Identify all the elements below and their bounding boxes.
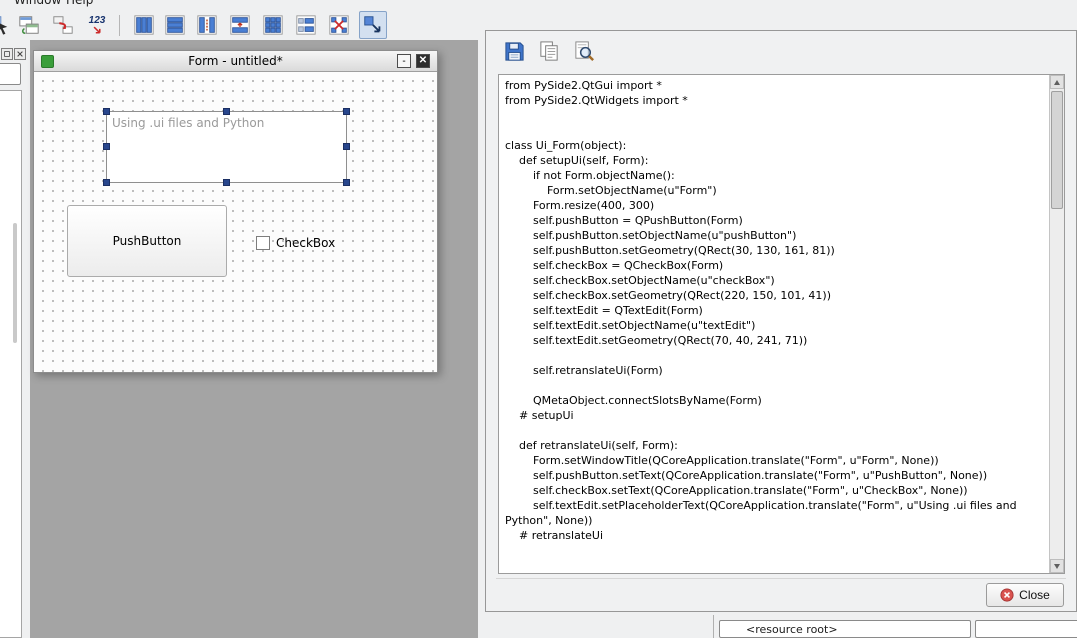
dock-float-button[interactable] (1, 48, 13, 60)
resource-root-label: <resource root> (746, 623, 838, 636)
scroll-up-arrow-icon[interactable] (1050, 75, 1064, 89)
qt-designer-window: Window Help 123 (0, 0, 1077, 638)
adjust-size-icon[interactable] (359, 11, 387, 39)
copy-button[interactable] (535, 37, 563, 65)
resource-root-item[interactable]: <resource root> (719, 620, 971, 638)
form-canvas[interactable]: Using .ui files and Python PushButton Ch… (34, 72, 437, 372)
resource-browser-secondary-box[interactable] (975, 620, 1077, 638)
toolbar-separator (119, 15, 120, 36)
edit-tab-order-icon[interactable]: 123 (84, 12, 110, 38)
save-button[interactable] (500, 37, 528, 65)
menu-item-help[interactable]: Help (66, 0, 93, 7)
pushbutton-widget[interactable]: PushButton (67, 205, 227, 277)
scrollbar-thumb[interactable] (1051, 91, 1063, 209)
layout-horizontal-splitter-icon[interactable] (194, 12, 220, 38)
save-icon (503, 40, 526, 63)
find-icon (573, 40, 596, 63)
dock-close-button[interactable] (14, 48, 26, 60)
widget-box-scrollbar[interactable] (13, 223, 17, 343)
dialog-separator (496, 578, 1066, 579)
resource-browser-dock: <resource root> (713, 615, 1077, 638)
widget-filter-input[interactable] (0, 63, 21, 85)
textedit-widget[interactable]: Using .ui files and Python (106, 111, 347, 183)
selection-handle-bottom-middle[interactable] (223, 179, 230, 186)
form-minimize-button[interactable]: - (397, 54, 411, 68)
selection-handle-middle-right[interactable] (343, 143, 350, 150)
close-icon (16, 50, 24, 58)
code-dialog-toolbar (500, 37, 598, 67)
break-layout-icon[interactable] (326, 12, 352, 38)
form-close-button[interactable]: ✕ (416, 54, 430, 68)
tab-order-numbers: 123 (89, 16, 106, 26)
selection-handle-middle-left[interactable] (103, 143, 110, 150)
code-text[interactable]: from PySide2.QtGui import * from PySide2… (499, 75, 1049, 546)
mdi-area: Form - untitled* - ✕ Using .ui files and… (30, 40, 478, 638)
checkbox-box (256, 236, 270, 250)
copy-icon (538, 40, 561, 63)
main-toolbar: 123 (0, 10, 480, 40)
layout-horizontal-icon[interactable] (131, 12, 157, 38)
selection-handle-top-left[interactable] (103, 108, 110, 115)
edit-widgets-icon[interactable] (0, 12, 12, 38)
code-view[interactable]: from PySide2.QtGui import * from PySide2… (498, 74, 1065, 574)
selection-handle-top-right[interactable] (343, 108, 350, 115)
close-red-icon (1000, 588, 1014, 602)
checkbox-widget[interactable]: CheckBox (256, 233, 335, 253)
form-window-title: Form - untitled* (34, 54, 437, 68)
edit-signals-slots-icon[interactable] (16, 12, 42, 38)
scroll-down-arrow-icon[interactable] (1050, 559, 1064, 573)
code-preview-dialog: from PySide2.QtGui import * from PySide2… (485, 30, 1077, 612)
layout-vertical-splitter-icon[interactable] (227, 12, 253, 38)
form-window-titlebar[interactable]: Form - untitled* - ✕ (34, 51, 437, 72)
selection-handle-top-middle[interactable] (223, 108, 230, 115)
form-window-icon (41, 55, 54, 68)
float-icon (3, 50, 11, 58)
selection-handle-bottom-right[interactable] (343, 179, 350, 186)
selection-handle-bottom-left[interactable] (103, 179, 110, 186)
checkbox-label: CheckBox (276, 236, 335, 250)
menu-bar: Window Help (0, 0, 1077, 10)
layout-form-icon[interactable] (293, 12, 319, 38)
tab-order-arrow (93, 26, 102, 35)
code-scrollbar[interactable] (1049, 75, 1064, 573)
close-dialog-label: Close (1019, 588, 1050, 602)
edit-buddies-icon[interactable] (50, 12, 76, 38)
menu-item-window[interactable]: Window (14, 0, 61, 7)
form-editor-window: Form - untitled* - ✕ Using .ui files and… (33, 50, 438, 373)
close-dialog-button[interactable]: Close (986, 583, 1064, 607)
find-button[interactable] (570, 37, 598, 65)
textedit-placeholder-text: Using .ui files and Python (107, 112, 346, 134)
widget-box-panel[interactable] (0, 90, 22, 638)
layout-grid-icon[interactable] (260, 12, 286, 38)
layout-vertical-icon[interactable] (162, 12, 188, 38)
